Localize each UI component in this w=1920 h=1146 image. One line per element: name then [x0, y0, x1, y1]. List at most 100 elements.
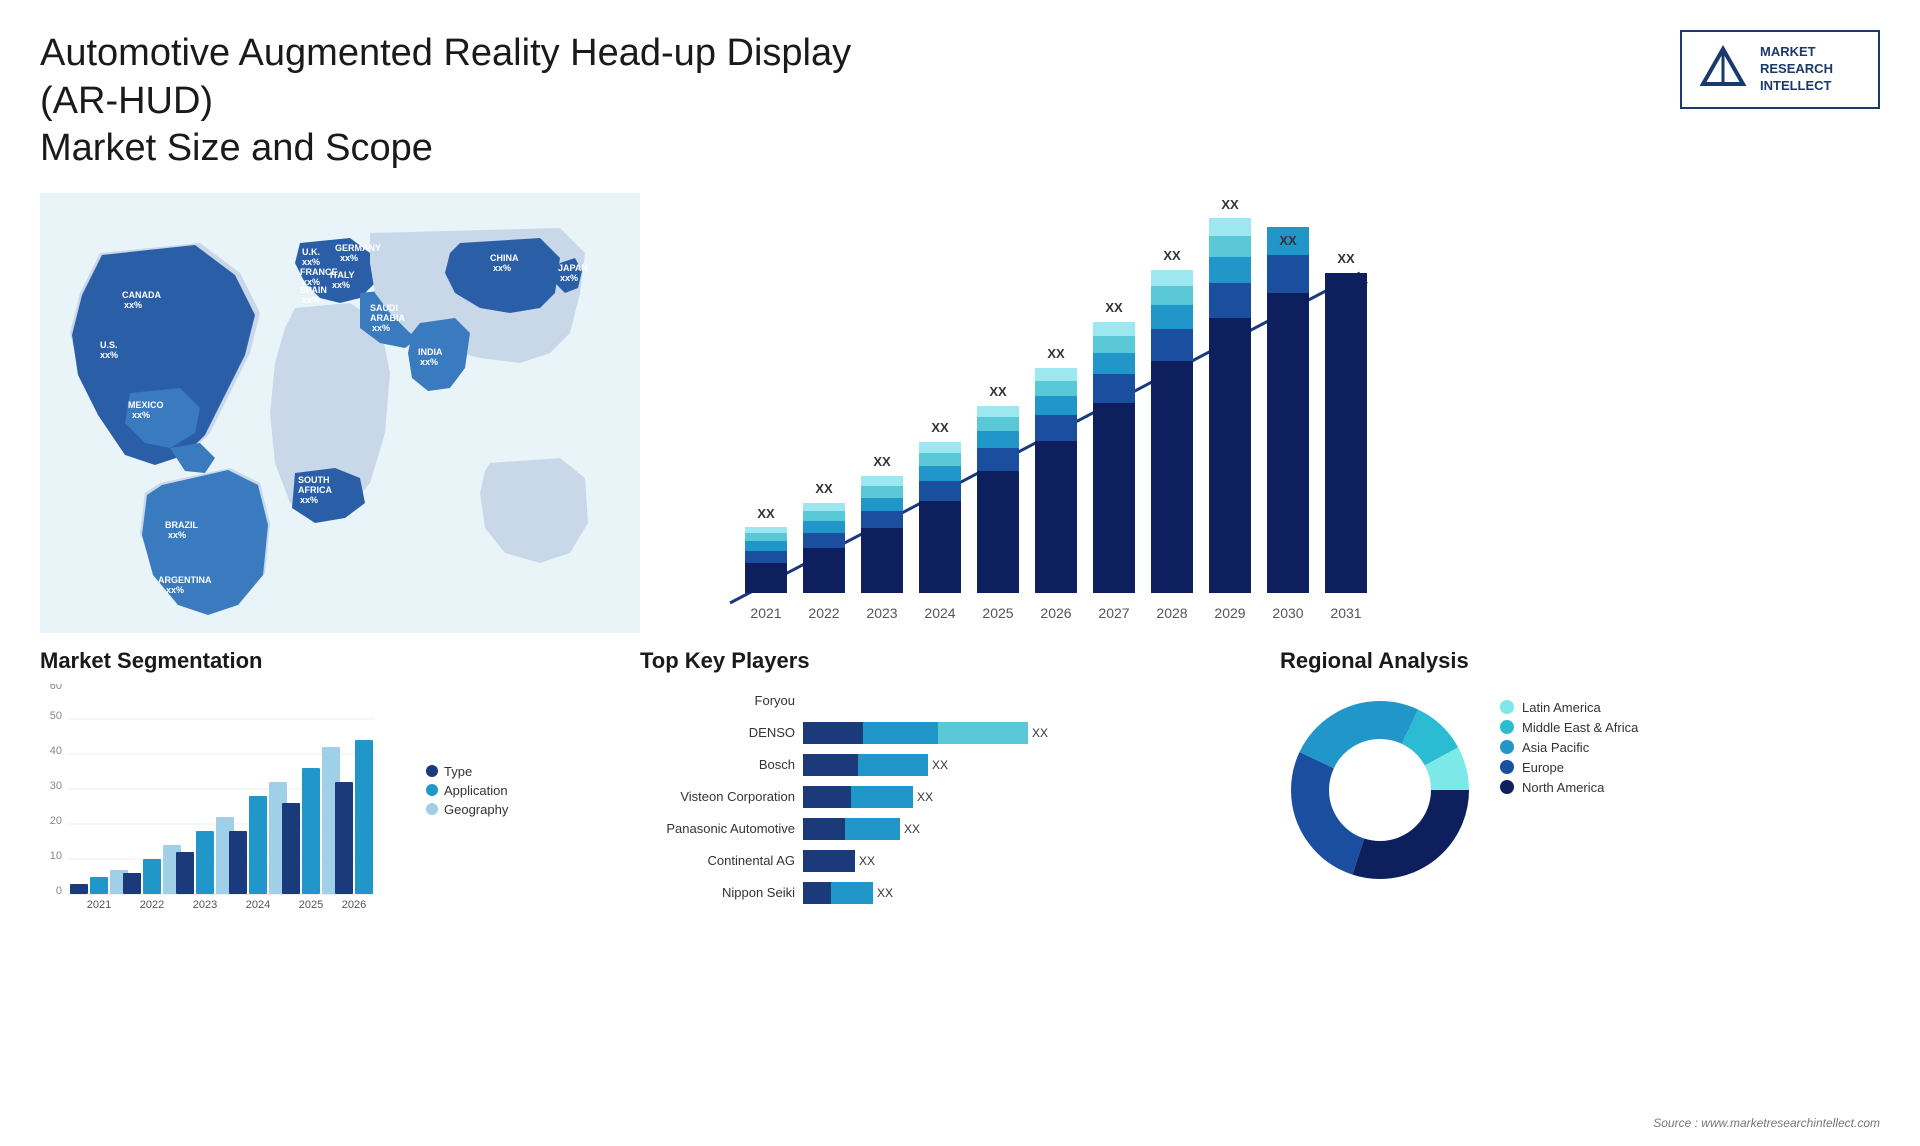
svg-text:xx%: xx%	[493, 263, 511, 273]
svg-text:SOUTH: SOUTH	[298, 475, 330, 485]
svg-text:2026: 2026	[1040, 605, 1071, 621]
players-section: Top Key Players Foryou DENSO XX Bosch	[640, 648, 1250, 924]
svg-text:XX: XX	[931, 420, 949, 435]
segmentation-section: Market Segmentation 0 10 20 30 40 50 60	[40, 648, 620, 924]
player-panasonic: Panasonic Automotive XX	[640, 818, 1230, 840]
svg-text:30: 30	[50, 780, 62, 792]
donut-chart	[1280, 690, 1480, 890]
svg-text:ITALY: ITALY	[330, 270, 355, 280]
regional-content: Latin America Middle East & Africa Asia …	[1280, 690, 1880, 890]
segmentation-title: Market Segmentation	[40, 648, 620, 674]
legend-type: Type	[426, 764, 508, 779]
svg-text:20: 20	[50, 815, 62, 827]
svg-text:CANADA: CANADA	[122, 290, 161, 300]
svg-text:2030: 2030	[1272, 605, 1303, 621]
legend-north-america: North America	[1500, 780, 1638, 795]
svg-text:xx%: xx%	[340, 253, 358, 263]
logo-block: MARKET RESEARCH INTELLECT	[1680, 30, 1880, 109]
seg-legend: Type Application Geography	[426, 764, 508, 924]
svg-text:CHINA: CHINA	[490, 253, 519, 263]
logo-icon	[1698, 44, 1748, 94]
svg-text:AFRICA: AFRICA	[298, 485, 332, 495]
svg-text:XX: XX	[815, 481, 833, 496]
svg-text:2026: 2026	[342, 899, 366, 911]
svg-text:SAUDI: SAUDI	[370, 303, 398, 313]
svg-text:2021: 2021	[87, 899, 111, 911]
player-bosch: Bosch XX	[640, 754, 1230, 776]
svg-text:U.S.: U.S.	[100, 340, 118, 350]
legend-geography: Geography	[426, 802, 508, 817]
svg-text:2023: 2023	[866, 605, 897, 621]
svg-text:xx%: xx%	[132, 410, 150, 420]
page-title: Automotive Augmented Reality Head-up Dis…	[40, 30, 860, 173]
legend-asia-pacific: Asia Pacific	[1500, 740, 1638, 755]
growth-chart-section: XX XX XX XX	[690, 193, 1880, 638]
svg-text:xx%: xx%	[100, 350, 118, 360]
geography-dot	[426, 803, 438, 815]
bottom-section: Market Segmentation 0 10 20 30 40 50 60	[0, 638, 1920, 924]
player-foryou: Foryou	[640, 690, 1230, 712]
svg-text:XX: XX	[1279, 233, 1297, 248]
svg-text:XX: XX	[1163, 248, 1181, 263]
svg-text:xx%: xx%	[560, 273, 578, 283]
svg-text:2027: 2027	[1098, 605, 1129, 621]
svg-text:BRAZIL: BRAZIL	[165, 520, 198, 530]
svg-text:xx%: xx%	[372, 323, 390, 333]
svg-text:xx%: xx%	[168, 530, 186, 540]
svg-text:60: 60	[50, 684, 62, 692]
regional-title: Regional Analysis	[1280, 648, 1880, 674]
player-visteon: Visteon Corporation XX	[640, 786, 1230, 808]
svg-text:MEXICO: MEXICO	[128, 400, 164, 410]
player-denso: DENSO XX	[640, 722, 1230, 744]
svg-text:2024: 2024	[246, 899, 270, 911]
svg-text:2023: 2023	[193, 899, 217, 911]
seg-chart: 0 10 20 30 40 50 60	[40, 684, 380, 924]
application-dot	[426, 784, 438, 796]
svg-text:XX: XX	[1047, 346, 1065, 361]
legend-europe: Europe	[1500, 760, 1638, 775]
svg-text:2025: 2025	[299, 899, 323, 911]
legend-latin-america: Latin America	[1500, 700, 1638, 715]
svg-text:xx%: xx%	[302, 257, 320, 267]
svg-text:xx%: xx%	[302, 295, 320, 305]
svg-text:2028: 2028	[1156, 605, 1187, 621]
title-block: Automotive Augmented Reality Head-up Dis…	[40, 30, 860, 173]
top-section: CANADA xx% U.S. xx% MEXICO xx% BRAZIL xx…	[0, 193, 1920, 638]
svg-text:50: 50	[50, 710, 62, 722]
svg-text:ARGENTINA: ARGENTINA	[158, 575, 212, 585]
svg-text:XX: XX	[989, 384, 1007, 399]
svg-text:2022: 2022	[140, 899, 164, 911]
segmentation-chart-svg: 0 10 20 30 40 50 60	[40, 684, 380, 924]
svg-text:xx%: xx%	[420, 357, 438, 367]
players-title: Top Key Players	[640, 648, 1230, 674]
page-header: Automotive Augmented Reality Head-up Dis…	[0, 0, 1920, 193]
svg-text:SPAIN: SPAIN	[300, 285, 327, 295]
svg-text:XX: XX	[1337, 251, 1355, 266]
svg-text:2029: 2029	[1214, 605, 1245, 621]
svg-text:2021: 2021	[750, 605, 781, 621]
svg-text:XX: XX	[757, 506, 775, 521]
svg-text:10: 10	[50, 850, 62, 862]
map-section: CANADA xx% U.S. xx% MEXICO xx% BRAZIL xx…	[40, 193, 660, 638]
svg-text:ARABIA: ARABIA	[370, 313, 405, 323]
svg-text:xx%: xx%	[124, 300, 142, 310]
svg-text:xx%: xx%	[166, 585, 184, 595]
svg-text:2025: 2025	[982, 605, 1013, 621]
world-map: CANADA xx% U.S. xx% MEXICO xx% BRAZIL xx…	[40, 193, 640, 633]
regional-legend: Latin America Middle East & Africa Asia …	[1500, 700, 1638, 795]
svg-text:XX: XX	[873, 454, 891, 469]
svg-text:XX: XX	[1105, 300, 1123, 315]
svg-text:xx%: xx%	[300, 495, 318, 505]
legend-mea: Middle East & Africa	[1500, 720, 1638, 735]
svg-text:2024: 2024	[924, 605, 955, 621]
player-nippon: Nippon Seiki XX	[640, 882, 1230, 904]
svg-text:U.K.: U.K.	[302, 247, 320, 257]
logo-text: MARKET RESEARCH INTELLECT	[1760, 44, 1833, 95]
source-text: Source : www.marketresearchintellect.com	[1653, 1116, 1880, 1130]
svg-text:XX: XX	[1221, 197, 1239, 212]
svg-text:xx%: xx%	[332, 280, 350, 290]
svg-text:0: 0	[56, 885, 62, 897]
regional-section: Regional Analysis	[1270, 648, 1880, 924]
player-continental: Continental AG XX	[640, 850, 1230, 872]
svg-text:2031: 2031	[1330, 605, 1361, 621]
